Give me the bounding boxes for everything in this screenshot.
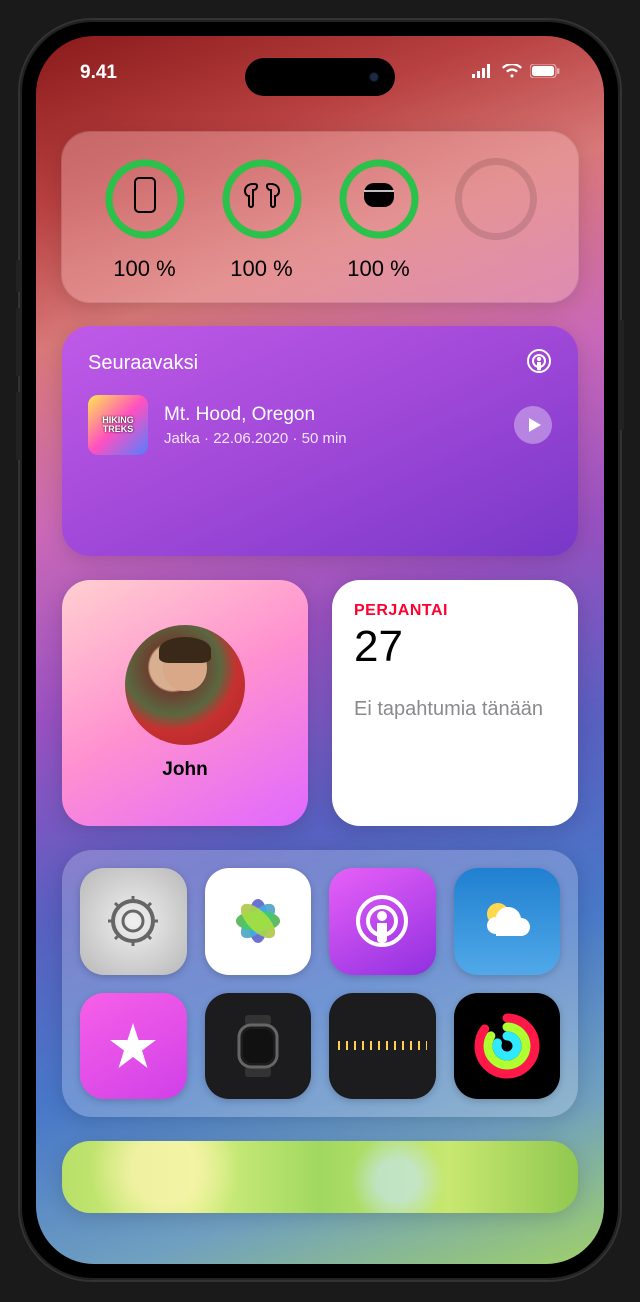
calendar-events-text: Ei tapahtumia tänään bbox=[354, 696, 556, 723]
dynamic-island bbox=[245, 58, 395, 96]
battery-ring-icon bbox=[221, 158, 303, 240]
battery-percent: 100 % bbox=[347, 256, 409, 282]
measure-app-icon[interactable] bbox=[329, 993, 436, 1100]
photos-app-icon[interactable] bbox=[205, 868, 312, 975]
podcast-artwork: HIKING TREKS bbox=[88, 395, 148, 455]
phone-frame: 9.41 bbox=[20, 20, 620, 1280]
contact-name: John bbox=[162, 759, 207, 781]
calendar-widget[interactable]: PERJANTAI 27 Ei tapahtumia tänään bbox=[332, 580, 578, 826]
battery-item-airpods: 100 % bbox=[203, 158, 320, 282]
status-time: 9.41 bbox=[80, 62, 117, 84]
battery-item-case: 100 % bbox=[320, 158, 437, 282]
side-buttons-right bbox=[620, 320, 624, 430]
podcasts-app-icon bbox=[526, 348, 552, 379]
battery-percent: 100 % bbox=[230, 256, 292, 282]
calendar-day-label: PERJANTAI bbox=[354, 602, 556, 620]
battery-icon bbox=[530, 62, 560, 84]
wifi-icon bbox=[502, 62, 522, 84]
watch-app-icon[interactable] bbox=[205, 993, 312, 1100]
battery-ring-icon bbox=[104, 158, 186, 240]
battery-percent: 100 % bbox=[113, 256, 175, 282]
battery-item-empty bbox=[437, 158, 554, 282]
battery-ring-empty-icon bbox=[455, 158, 537, 240]
home-screen[interactable]: 9.41 bbox=[36, 36, 604, 1264]
maps-widget[interactable] bbox=[62, 1141, 578, 1213]
podcasts-app-icon[interactable] bbox=[329, 868, 436, 975]
weather-app-icon[interactable] bbox=[454, 868, 561, 975]
podcasts-widget[interactable]: Seuraavaksi HIKING TREKS Mt. Hood, Orego… bbox=[62, 326, 578, 556]
battery-item-phone: 100 % bbox=[86, 158, 203, 282]
play-icon bbox=[529, 418, 541, 432]
podcast-header-label: Seuraavaksi bbox=[88, 352, 198, 375]
fitness-app-icon[interactable] bbox=[454, 993, 561, 1100]
play-button[interactable] bbox=[514, 406, 552, 444]
podcast-episode-title: Mt. Hood, Oregon bbox=[164, 404, 498, 426]
settings-app-icon[interactable] bbox=[80, 868, 187, 975]
itunes-store-app-icon[interactable] bbox=[80, 993, 187, 1100]
front-camera-icon bbox=[369, 72, 379, 82]
batteries-widget[interactable]: 100 % 100 % bbox=[62, 132, 578, 302]
podcast-episode-meta: Jatka · 22.06.2020 · 50 min bbox=[164, 430, 498, 447]
contact-widget[interactable]: John bbox=[62, 580, 308, 826]
cellular-icon bbox=[472, 62, 494, 84]
calendar-date: 27 bbox=[354, 622, 556, 672]
contact-avatar bbox=[125, 625, 245, 745]
side-buttons-left bbox=[16, 260, 20, 476]
battery-ring-icon bbox=[338, 158, 420, 240]
app-library-block[interactable] bbox=[62, 850, 578, 1117]
